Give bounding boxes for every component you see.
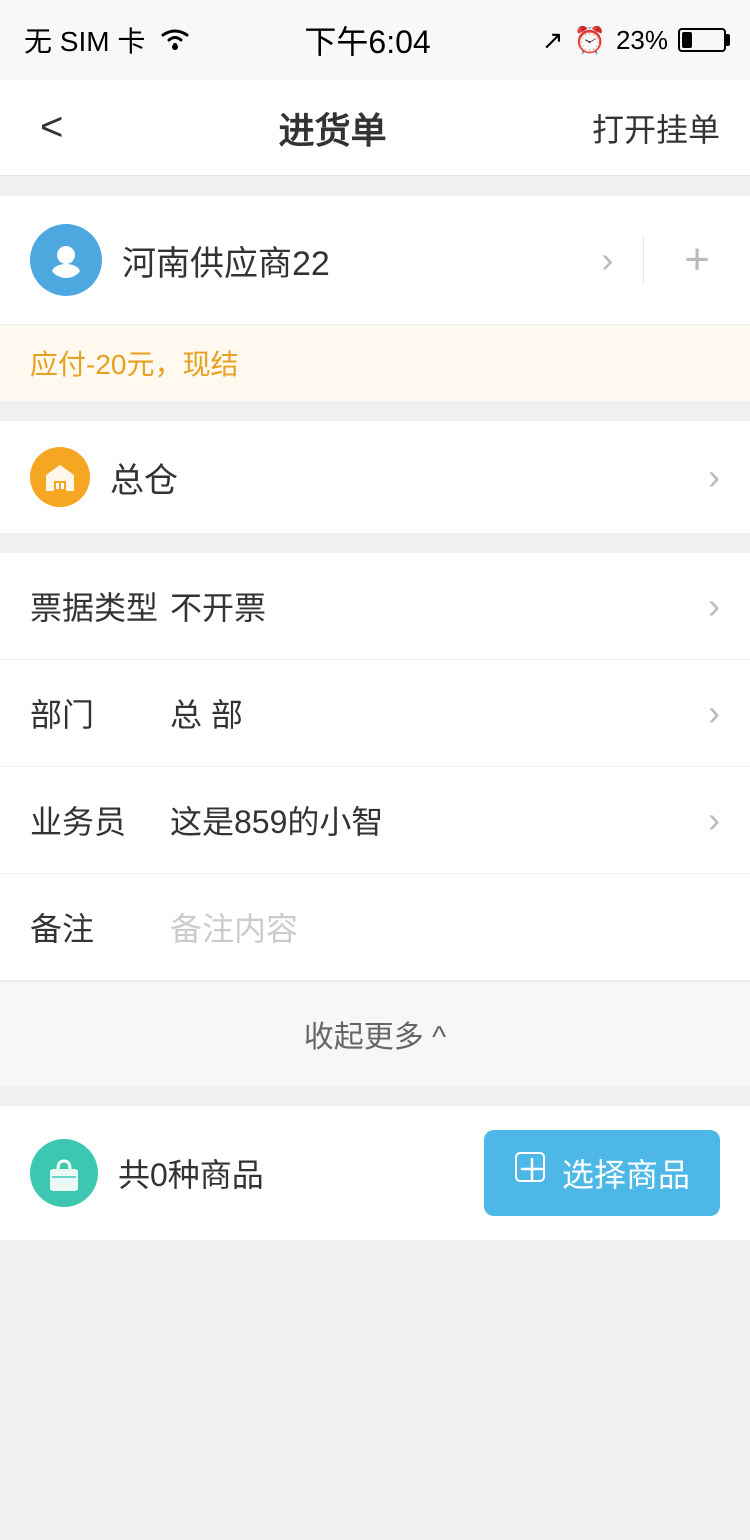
collapse-label: 收起更多 ^ [304,1021,446,1054]
remark-label: 备注 [30,904,170,950]
department-value: 总 部 [170,690,708,736]
supplier-row[interactable]: 河南供应商22 › + [0,196,750,325]
nav-bar: < 进货单 打开挂单 [0,80,750,176]
salesman-label: 业务员 [30,797,170,843]
supplier-section: 河南供应商22 › + 应付-20元，现结 [0,196,750,421]
add-button[interactable]: + [674,235,720,285]
department-chevron-icon: › [708,692,720,734]
wifi-icon [157,23,193,58]
department-label: 部门 [30,690,170,736]
notice-text: 应付-20元，现结 [30,349,238,380]
remark-input[interactable]: 备注内容 [170,904,720,950]
invoice-type-row[interactable]: 票据类型 不开票 › [0,553,750,660]
warehouse-row[interactable]: 总仓 › [0,421,750,553]
salesman-chevron-icon: › [708,799,720,841]
battery-percent: 23% [616,25,668,56]
top-divider [0,176,750,196]
status-time: 下午6:04 [304,17,430,63]
salesman-row[interactable]: 业务员 这是859的小智 › [0,767,750,874]
warehouse-icon [30,447,90,507]
collapse-row[interactable]: 收起更多 ^ [0,981,750,1086]
bottom-area [0,1240,750,1540]
invoice-type-label: 票据类型 [30,583,170,629]
alarm-icon: ⏰ [574,25,606,56]
invoice-type-value: 不开票 [170,583,708,629]
product-icon [30,1139,98,1207]
open-pending-button[interactable]: 打开挂单 [592,105,720,151]
notice-row: 应付-20元，现结 [0,325,750,421]
status-right: ↗ ⏰ 23% [542,25,726,56]
form-section: 票据类型 不开票 › 部门 总 部 › 业务员 这是859的小智 › 备注 备注… [0,553,750,981]
remark-row[interactable]: 备注 备注内容 [0,874,750,981]
select-product-icon [514,1151,550,1196]
supplier-avatar [30,224,102,296]
warehouse-name: 总仓 [110,453,688,502]
status-bar: 无 SIM 卡 下午6:04 ↗ ⏰ 23% [0,0,750,80]
department-row[interactable]: 部门 总 部 › [0,660,750,767]
select-product-button[interactable]: 选择商品 [484,1130,720,1216]
salesman-value: 这是859的小智 [170,797,708,843]
page-title: 进货单 [279,102,387,154]
sim-label: 无 SIM 卡 [24,20,145,60]
product-bar: 共0种商品 选择商品 [0,1106,750,1240]
back-button[interactable]: < [30,95,73,160]
warehouse-chevron-icon: › [708,456,720,498]
invoice-chevron-icon: › [708,585,720,627]
select-product-label: 选择商品 [562,1150,690,1196]
product-count: 共0种商品 [118,1150,464,1196]
status-left: 无 SIM 卡 [24,20,193,60]
vertical-divider [643,236,644,284]
supplier-name: 河南供应商22 [122,236,581,285]
battery-icon [678,28,726,52]
supplier-chevron-icon: › [601,239,613,281]
location-icon: ↗ [542,25,564,56]
